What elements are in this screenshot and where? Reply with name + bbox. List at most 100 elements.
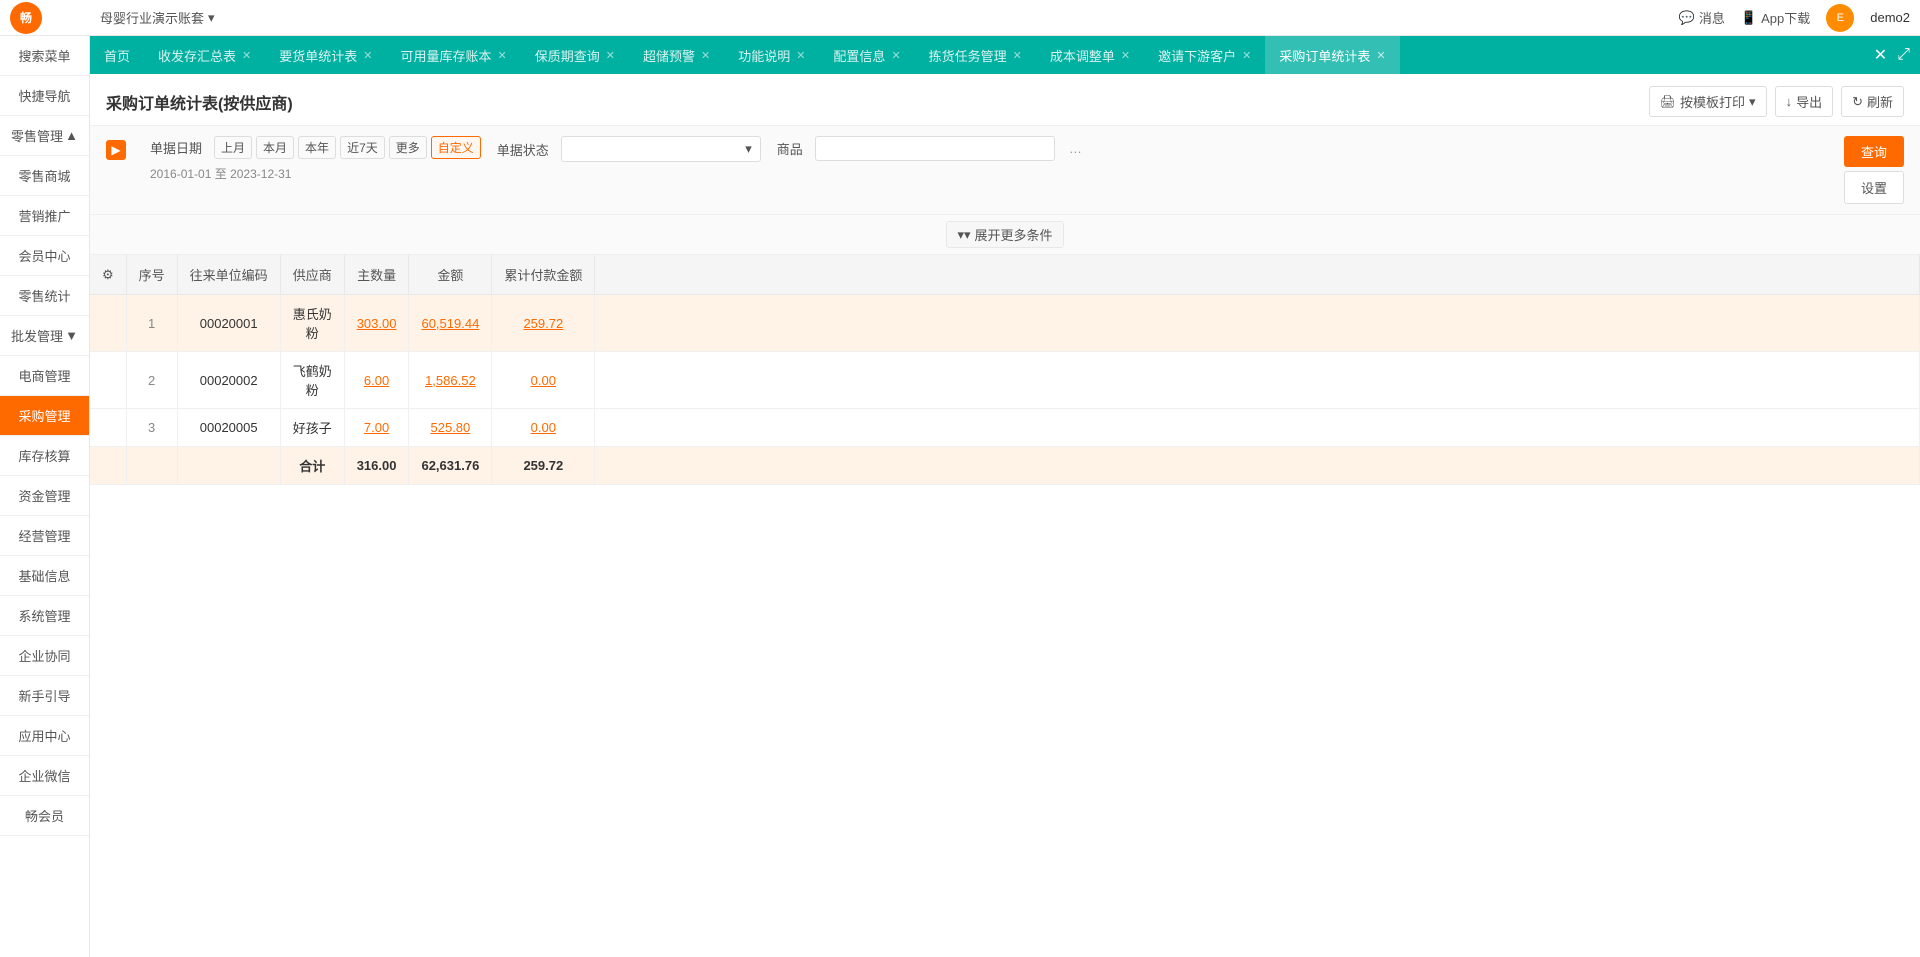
company-selector[interactable]: 母婴行业演示账套 ▾ bbox=[100, 8, 1679, 27]
nav-tab-peihuorenwu[interactable]: 拣货任务管理 ✕ bbox=[915, 36, 1036, 74]
sidebar-item-enterprise[interactable]: 企业协同 bbox=[0, 636, 89, 676]
expand-more-btn[interactable]: ▾▾ 展开更多条件 bbox=[946, 221, 1063, 248]
nav-tab-shoufahuizong[interactable]: 收发存汇总表 ✕ bbox=[144, 36, 265, 74]
sidebar-item-retail[interactable]: 零售管理 ▲ bbox=[0, 116, 89, 156]
shortcut-more[interactable]: 更多 bbox=[389, 136, 427, 159]
close-tab-1-icon[interactable]: ✕ bbox=[242, 49, 251, 62]
sidebar-item-member[interactable]: 会员中心 bbox=[0, 236, 89, 276]
shortcut-last-7-days[interactable]: 近7天 bbox=[340, 136, 385, 159]
close-tab-11-icon[interactable]: ✕ bbox=[1376, 49, 1385, 62]
tfoot-code bbox=[177, 447, 280, 485]
td-paid-2[interactable]: 0.00 bbox=[492, 352, 595, 409]
td-amount-3[interactable]: 525.80 bbox=[409, 409, 492, 447]
app-download-btn[interactable]: 📱 App下载 bbox=[1741, 8, 1810, 27]
nav-tab-home[interactable]: 首页 bbox=[90, 36, 144, 74]
close-tab-5-icon[interactable]: ✕ bbox=[701, 49, 710, 62]
sidebar-item-newguide[interactable]: 新手引导 bbox=[0, 676, 89, 716]
th-amount: 金额 bbox=[409, 255, 492, 295]
close-all-tabs-icon[interactable]: ✕ bbox=[1874, 45, 1887, 65]
sidebar-item-retail-stats[interactable]: 零售统计 bbox=[0, 276, 89, 316]
nav-tab-caigoudantongji[interactable]: 采购订单统计表 ✕ bbox=[1265, 36, 1399, 74]
nav-tab-chaochuyujing[interactable]: 超储预警 ✕ bbox=[629, 36, 724, 74]
maximize-icon[interactable]: ⤢ bbox=[1897, 46, 1910, 64]
td-quantity-2[interactable]: 6.00 bbox=[344, 352, 409, 409]
nav-tab-yaoqingxiayou[interactable]: 邀请下游客户 ✕ bbox=[1144, 36, 1265, 74]
close-tab-2-icon[interactable]: ✕ bbox=[363, 49, 372, 62]
expand-icon: ▾▾ bbox=[957, 227, 970, 243]
shortcut-this-year[interactable]: 本年 bbox=[298, 136, 336, 159]
refresh-button[interactable]: ↻ 刷新 bbox=[1841, 86, 1904, 117]
sidebar-item-search[interactable]: 搜索菜单 bbox=[0, 36, 89, 76]
th-paid: 累计付款金额 bbox=[492, 255, 595, 295]
th-quantity: 主数量 bbox=[344, 255, 409, 295]
sidebar-item-finance[interactable]: 资金管理 bbox=[0, 476, 89, 516]
td-amount-2[interactable]: 1,586.52 bbox=[409, 352, 492, 409]
td-quantity-1[interactable]: 303.00 bbox=[344, 295, 409, 352]
avatar[interactable]: E bbox=[1826, 4, 1854, 32]
sidebar-item-basic[interactable]: 基础信息 bbox=[0, 556, 89, 596]
close-tab-10-icon[interactable]: ✕ bbox=[1242, 49, 1251, 62]
td-empty-1 bbox=[595, 295, 1920, 352]
sidebar: 搜索菜单 快捷导航 零售管理 ▲ 零售商城 营销推广 会员中心 零售统计 bbox=[0, 36, 90, 957]
sidebar-item-inventory[interactable]: 库存核算 bbox=[0, 436, 89, 476]
page-content: 采购订单统计表(按供应商) 🖨 按模板打印 ▾ ↓ 导出 ↻ bbox=[90, 74, 1920, 957]
nav-tab-keyongliangkucun[interactable]: 可用量库存账本 ✕ bbox=[386, 36, 520, 74]
shortcut-this-month[interactable]: 本月 bbox=[256, 136, 294, 159]
goods-more-icon[interactable]: … bbox=[1069, 141, 1082, 156]
close-tab-3-icon[interactable]: ✕ bbox=[498, 49, 507, 62]
refresh-icon: ↻ bbox=[1852, 94, 1863, 110]
td-paid-1[interactable]: 259.72 bbox=[492, 295, 595, 352]
sidebar-item-purchase[interactable]: 采购管理 bbox=[0, 396, 89, 436]
query-button[interactable]: 查询 bbox=[1844, 136, 1904, 167]
table-row: 2 00020002 飞鹤奶粉 6.00 1,586.52 0.00 bbox=[90, 352, 1920, 409]
arrow-down-icon: ▼ bbox=[65, 328, 78, 343]
sidebar-item-quicknav[interactable]: 快捷导航 bbox=[0, 76, 89, 116]
filter-date-col: 单据日期 上月 本月 本年 近7天 更多 自定义 2016-01-0 bbox=[150, 136, 481, 182]
th-settings[interactable]: ⚙ bbox=[90, 255, 126, 295]
collapse-filter-btn[interactable]: ▶ bbox=[106, 140, 126, 160]
sidebar-item-ecommerce[interactable]: 电商管理 bbox=[0, 356, 89, 396]
td-num-1: 1 bbox=[126, 295, 177, 352]
close-tab-7-icon[interactable]: ✕ bbox=[891, 49, 900, 62]
sidebar-item-appcenter[interactable]: 应用中心 bbox=[0, 716, 89, 756]
message-btn[interactable]: 💬 消息 bbox=[1679, 8, 1725, 27]
app-container: 畅 母婴行业演示账套 ▾ 💬 消息 📱 App下载 E demo2 bbox=[0, 0, 1920, 957]
status-dropdown-icon: ▾ bbox=[745, 141, 752, 157]
close-tab-6-icon[interactable]: ✕ bbox=[796, 49, 805, 62]
app-logo: 畅 bbox=[10, 2, 42, 34]
shortcut-custom[interactable]: 自定义 bbox=[431, 136, 481, 159]
nav-tab-gongnengshuo[interactable]: 功能说明 ✕ bbox=[724, 36, 819, 74]
sidebar-item-vip[interactable]: 畅会员 bbox=[0, 796, 89, 836]
sidebar-item-wholesale[interactable]: 批发管理 ▼ bbox=[0, 316, 89, 356]
td-code-3: 00020005 bbox=[177, 409, 280, 447]
nav-tab-chengbentiaozhen[interactable]: 成本调整单 ✕ bbox=[1036, 36, 1144, 74]
th-supplier: 供应商 bbox=[280, 255, 344, 295]
status-select[interactable]: ▾ bbox=[561, 136, 761, 162]
td-paid-3[interactable]: 0.00 bbox=[492, 409, 595, 447]
close-tab-4-icon[interactable]: ✕ bbox=[606, 49, 615, 62]
close-tab-9-icon[interactable]: ✕ bbox=[1121, 49, 1130, 62]
th-empty bbox=[595, 255, 1920, 295]
print-button[interactable]: 🖨 按模板打印 ▾ bbox=[1649, 86, 1767, 117]
sidebar-item-system[interactable]: 系统管理 bbox=[0, 596, 89, 636]
sidebar-item-operation[interactable]: 经营管理 bbox=[0, 516, 89, 556]
sidebar-item-retail-mall[interactable]: 零售商城 bbox=[0, 156, 89, 196]
sidebar-item-marketing[interactable]: 营销推广 bbox=[0, 196, 89, 236]
td-quantity-3[interactable]: 7.00 bbox=[344, 409, 409, 447]
table-footer: 合计 316.00 62,631.76 259.72 bbox=[90, 447, 1920, 485]
tfoot-num bbox=[126, 447, 177, 485]
table-row: 3 00020005 好孩子 7.00 525.80 0.00 bbox=[90, 409, 1920, 447]
goods-input[interactable] bbox=[815, 136, 1055, 161]
print-dropdown-icon: ▾ bbox=[1749, 94, 1756, 110]
sidebar-item-wechat[interactable]: 企业微信 bbox=[0, 756, 89, 796]
nav-tab-peizhi[interactable]: 配置信息 ✕ bbox=[819, 36, 914, 74]
close-tab-8-icon[interactable]: ✕ bbox=[1013, 49, 1022, 62]
td-amount-1[interactable]: 60,519.44 bbox=[409, 295, 492, 352]
page-header: 采购订单统计表(按供应商) 🖨 按模板打印 ▾ ↓ 导出 ↻ bbox=[90, 74, 1920, 126]
shortcut-last-month[interactable]: 上月 bbox=[214, 136, 252, 159]
nav-tab-baozhouqi[interactable]: 保质期查询 ✕ bbox=[521, 36, 629, 74]
date-shortcuts: 上月 本月 本年 近7天 更多 自定义 bbox=[214, 136, 481, 159]
nav-tab-yaohuodantongji[interactable]: 要货单统计表 ✕ bbox=[265, 36, 386, 74]
export-button[interactable]: ↓ 导出 bbox=[1775, 86, 1834, 117]
settings-button[interactable]: 设置 bbox=[1844, 171, 1904, 204]
